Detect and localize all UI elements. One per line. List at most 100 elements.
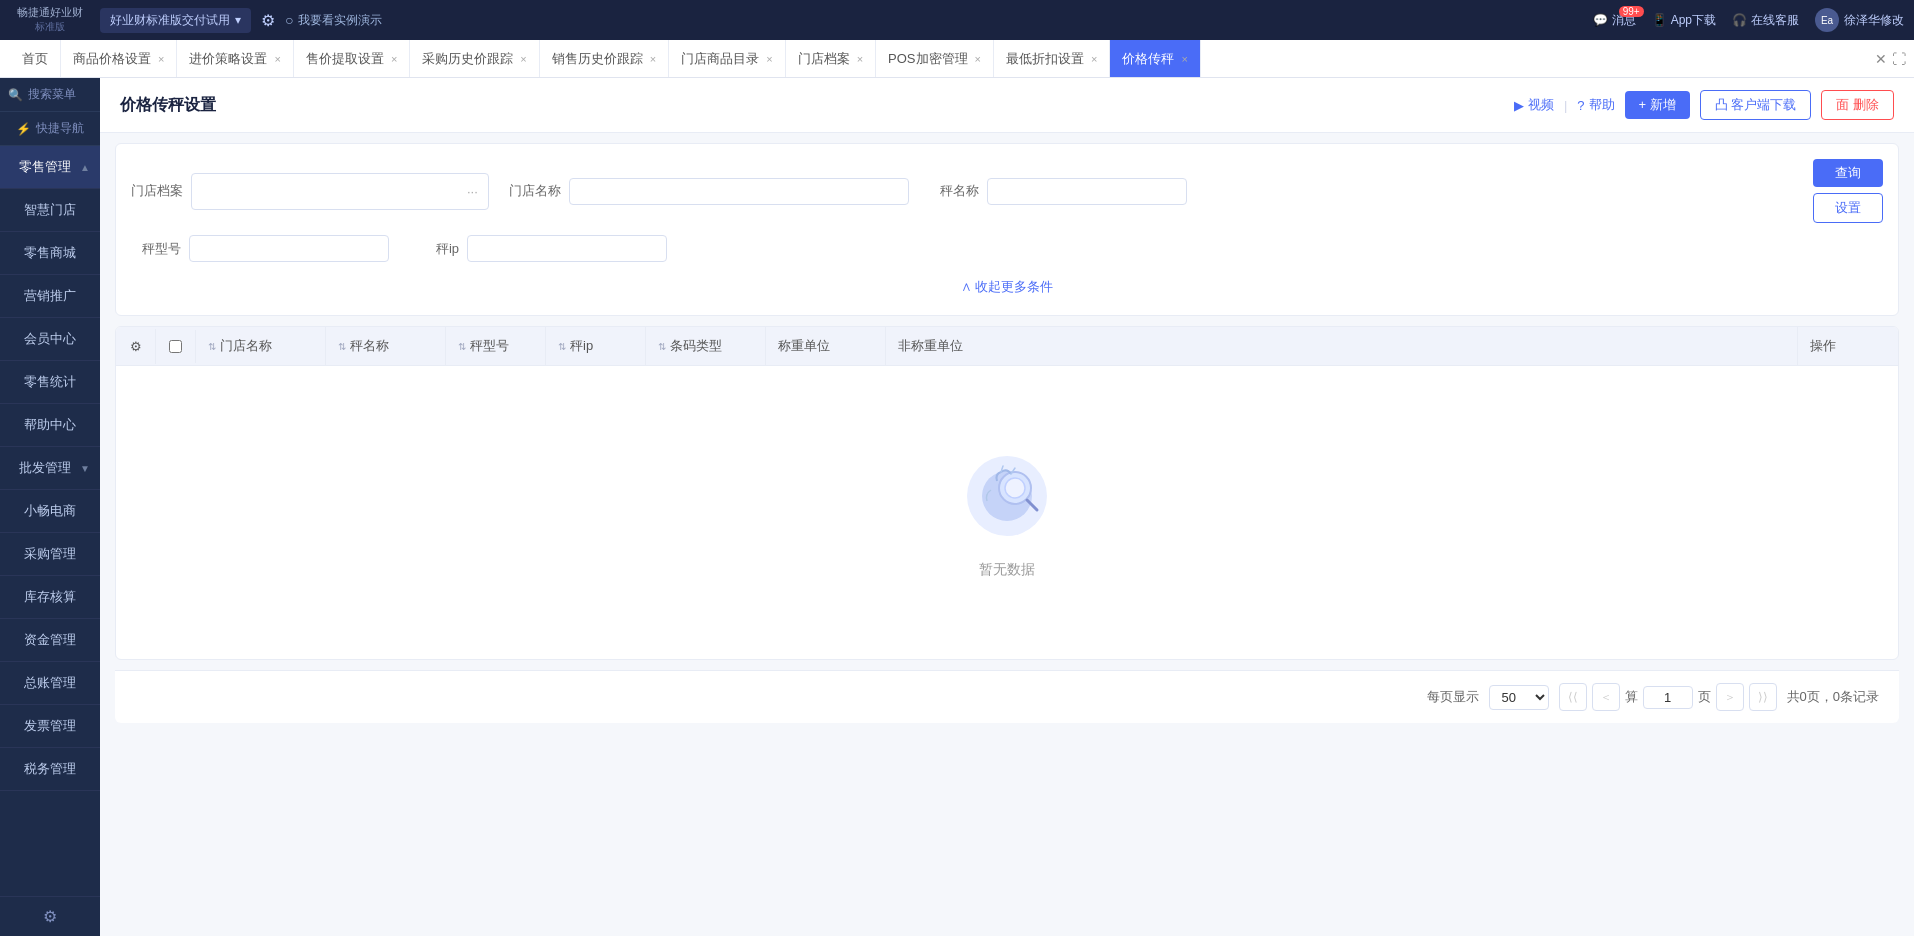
user-area[interactable]: Ea 徐泽华修改 <box>1815 8 1904 32</box>
sidebar-item-smart-store[interactable]: 智慧门店 <box>0 189 100 232</box>
sort-icon-store[interactable]: ⇅ <box>208 341 216 352</box>
tab-price-transmit[interactable]: 价格传秤× <box>1110 40 1200 78</box>
tab-home[interactable]: 首页 <box>10 40 61 78</box>
svg-point-3 <box>1005 478 1025 498</box>
main-layout: 🔍 搜索菜单 ⚡ 快捷导航 零售管理▲智慧门店零售商城营销推广会员中心零售统计帮… <box>0 78 1914 936</box>
message-btn[interactable]: 💬 消息 99+ <box>1593 12 1636 29</box>
online-service-btn[interactable]: 🎧 在线客服 <box>1732 12 1799 29</box>
scale-name-input[interactable] <box>987 178 1187 205</box>
tab-min-discount[interactable]: 最低折扣设置× <box>994 40 1110 78</box>
total-info: 共0页，0条记录 <box>1787 688 1879 706</box>
tab-close-pos-manage[interactable]: × <box>975 53 981 65</box>
last-page-btn[interactable]: ⟩⟩ <box>1749 683 1777 711</box>
collapse-button[interactable]: ∧ 收起更多条件 <box>957 274 1058 300</box>
sidebar-label-general-ledger: 总账管理 <box>10 674 90 692</box>
sidebar-arrow-retail-manage: ▲ <box>80 162 90 173</box>
version-selector[interactable]: 好业财标准版交付试用 ▾ <box>100 8 251 33</box>
demo-button[interactable]: ○ 我要看实例演示 <box>285 12 382 29</box>
store-name-input[interactable] <box>569 178 909 205</box>
col-header-setting[interactable]: ⚙ <box>116 329 156 364</box>
sidebar-item-marketing[interactable]: 营销推广 <box>0 275 100 318</box>
tab-purchase-strategy[interactable]: 进价策略设置× <box>177 40 293 78</box>
sidebar-item-fund-manage[interactable]: 资金管理 <box>0 619 100 662</box>
close-all-icon[interactable]: ✕ <box>1875 51 1887 67</box>
store-archive-field[interactable] <box>202 179 462 204</box>
sidebar-label-help-center: 帮助中心 <box>10 416 90 434</box>
sidebar-item-retail-stats[interactable]: 零售统计 <box>0 361 100 404</box>
tab-store-archive[interactable]: 门店档案× <box>786 40 876 78</box>
header-actions: ▶ 视频 | ? 帮助 + 新增 凸 客户端下载 面 删除 <box>1514 90 1894 120</box>
tab-store-catalog[interactable]: 门店商品目录× <box>669 40 785 78</box>
tab-sale-extract[interactable]: 售价提取设置× <box>294 40 410 78</box>
tab-purchase-history[interactable]: 采购历史价跟踪× <box>410 40 539 78</box>
tab-sale-history[interactable]: 销售历史价跟踪× <box>540 40 669 78</box>
tab-close-sale-history[interactable]: × <box>650 53 656 65</box>
help-link[interactable]: ? 帮助 <box>1577 96 1614 114</box>
sidebar-label-purchase-manage: 采购管理 <box>10 545 90 563</box>
tab-close-store-archive[interactable]: × <box>857 53 863 65</box>
more-icon[interactable]: ··· <box>467 184 478 199</box>
settings-button[interactable]: 设置 <box>1813 193 1883 223</box>
sidebar-item-member-center[interactable]: 会员中心 <box>0 318 100 361</box>
tab-close-sale-extract[interactable]: × <box>391 53 397 65</box>
app-download-btn[interactable]: 📱 App下载 <box>1652 12 1716 29</box>
sidebar-item-help-center[interactable]: 帮助中心 <box>0 404 100 447</box>
setting-col-icon: ⚙ <box>130 339 142 354</box>
sidebar-search[interactable]: 🔍 搜索菜单 <box>0 78 100 112</box>
scale-name-label: 秤名称 <box>929 182 979 200</box>
sidebar-item-retail-manage[interactable]: 零售管理▲ <box>0 146 100 189</box>
page-title: 价格传秤设置 <box>120 95 216 116</box>
video-link[interactable]: ▶ 视频 <box>1514 96 1554 114</box>
tab-pos-manage[interactable]: POS加密管理× <box>876 40 994 78</box>
empty-text: 暂无数据 <box>979 561 1035 579</box>
next-page-btn[interactable]: ＞ <box>1716 683 1744 711</box>
delete-button[interactable]: 面 删除 <box>1821 90 1894 120</box>
top-bar: 畅捷通好业财 标准版 好业财标准版交付试用 ▾ ⚙ ○ 我要看实例演示 💬 消息… <box>0 0 1914 40</box>
sidebar-item-tax-manage[interactable]: 税务管理 <box>0 748 100 791</box>
sidebar-label-small-ecommerce: 小畅电商 <box>10 502 90 520</box>
sidebar-item-wholesale-manage[interactable]: 批发管理▼ <box>0 447 100 490</box>
query-button[interactable]: 查询 <box>1813 159 1883 187</box>
page-input[interactable] <box>1643 686 1693 709</box>
tab-close-purchase-history[interactable]: × <box>520 53 526 65</box>
store-archive-input[interactable]: ··· <box>191 173 489 210</box>
col-header-barcode: ⇅ 条码类型 <box>646 327 766 365</box>
col-header-non-weight: 非称重单位 <box>886 327 1798 365</box>
scale-model-input[interactable] <box>189 235 389 262</box>
sort-icon-barcode[interactable]: ⇅ <box>658 341 666 352</box>
tab-close-min-discount[interactable]: × <box>1091 53 1097 65</box>
sort-icon-scale-model[interactable]: ⇅ <box>458 341 466 352</box>
sidebar-bottom[interactable]: ⚙ <box>0 896 100 936</box>
sidebar-setting-icon[interactable]: ⚙ <box>43 907 57 926</box>
tab-close-price-transmit[interactable]: × <box>1181 53 1187 65</box>
col-header-check[interactable] <box>156 330 196 363</box>
col-header-scale-model: ⇅ 秤型号 <box>446 327 546 365</box>
prev-page-btn[interactable]: ＜ <box>1592 683 1620 711</box>
first-page-btn[interactable]: ⟨⟨ <box>1559 683 1587 711</box>
tab-close-store-catalog[interactable]: × <box>766 53 772 65</box>
sidebar-label-inventory: 库存核算 <box>10 588 90 606</box>
sidebar-item-retail-mall[interactable]: 零售商城 <box>0 232 100 275</box>
sidebar-item-small-ecommerce[interactable]: 小畅电商 <box>0 490 100 533</box>
sidebar-item-invoice-manage[interactable]: 发票管理 <box>0 705 100 748</box>
sidebar-item-general-ledger[interactable]: 总账管理 <box>0 662 100 705</box>
setting-icon-btn[interactable]: ⚙ <box>261 11 275 30</box>
page-size-select[interactable]: 20 50 100 <box>1489 685 1549 710</box>
sort-icon-scale-name[interactable]: ⇅ <box>338 341 346 352</box>
tab-close-purchase-strategy[interactable]: × <box>274 53 280 65</box>
expand-icon[interactable]: ⛶ <box>1892 51 1906 67</box>
store-name-group: 门店名称 <box>509 178 909 205</box>
sidebar-quicknav[interactable]: ⚡ 快捷导航 <box>0 112 100 146</box>
tab-bar-end: ✕ ⛶ <box>1875 51 1914 67</box>
sidebar-item-purchase-manage[interactable]: 采购管理 <box>0 533 100 576</box>
tab-close-price-setting[interactable]: × <box>158 53 164 65</box>
sidebar-item-inventory[interactable]: 库存核算 <box>0 576 100 619</box>
scale-name-group: 秤名称 <box>929 178 1187 205</box>
col-header-weight-unit: 称重单位 <box>766 327 886 365</box>
download-button[interactable]: 凸 客户端下载 <box>1700 90 1812 120</box>
scale-ip-input[interactable] <box>467 235 667 262</box>
select-all-checkbox[interactable] <box>169 340 182 353</box>
add-button[interactable]: + 新增 <box>1625 91 1690 119</box>
tab-price-setting[interactable]: 商品价格设置× <box>61 40 177 78</box>
sort-icon-scale-ip[interactable]: ⇅ <box>558 341 566 352</box>
